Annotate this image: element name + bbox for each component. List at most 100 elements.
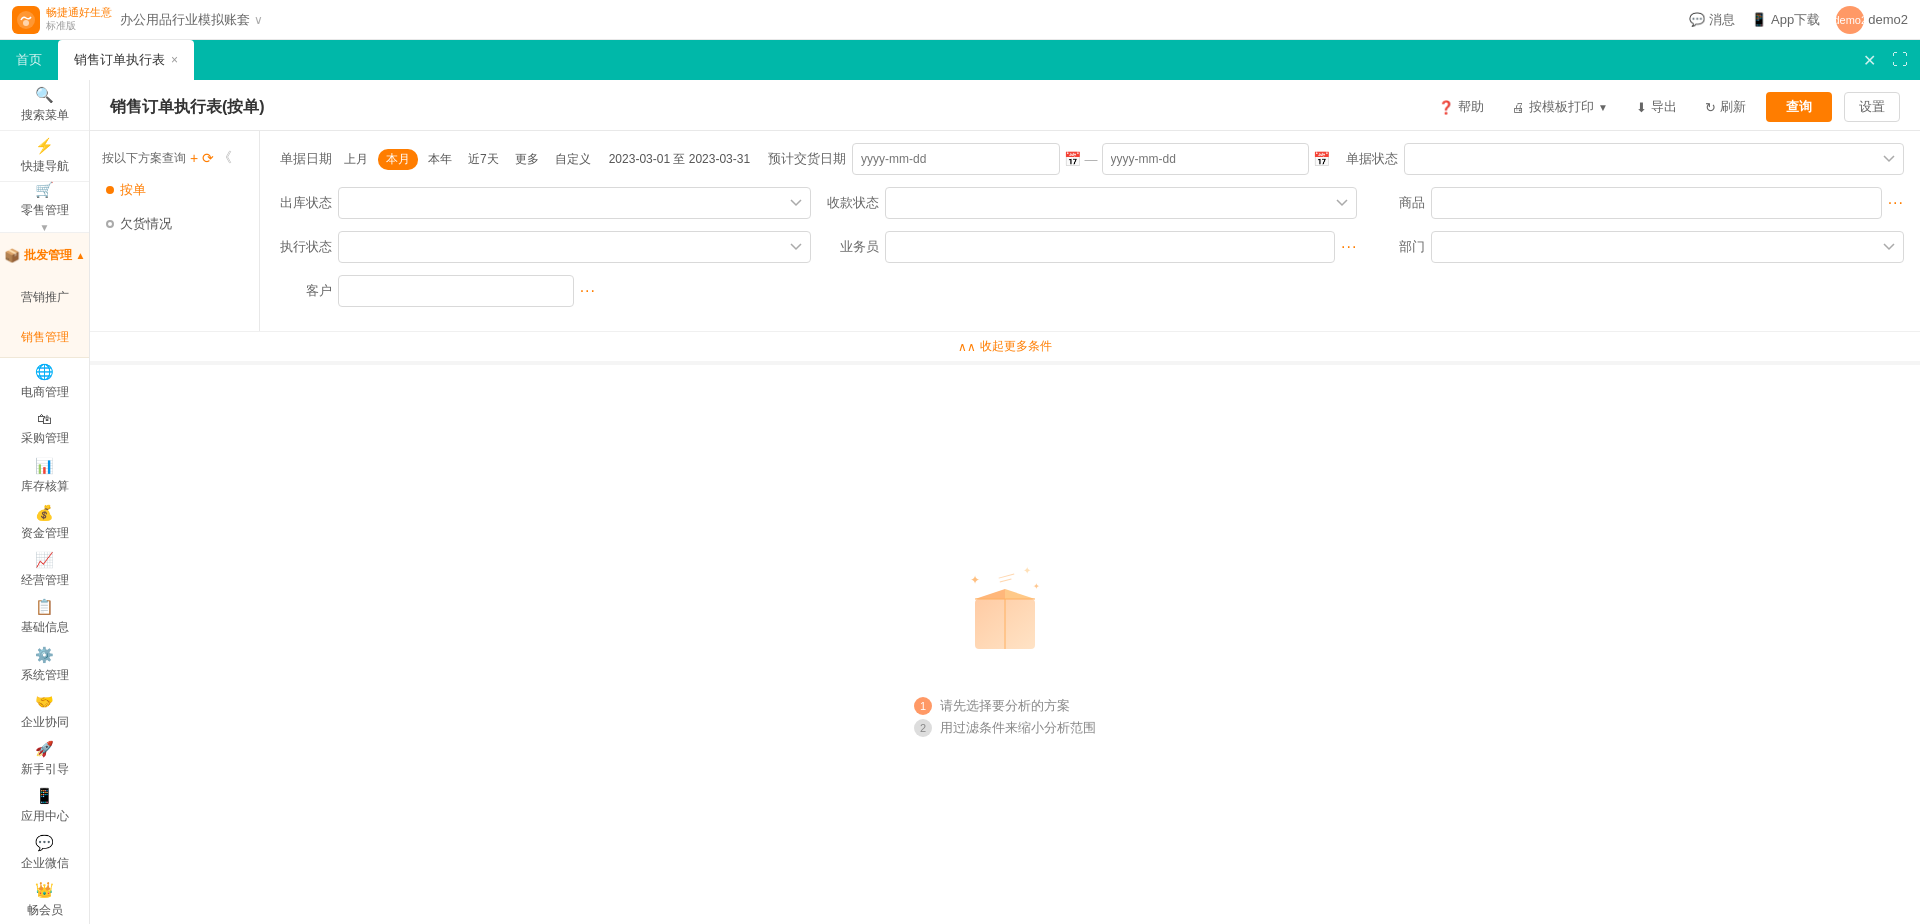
goods-more-icon[interactable]: ···	[1888, 194, 1904, 212]
filter-group-date: 单据日期 上月 本月 本年 近7天 更多 自定义 2023-03-01 至 20…	[276, 149, 756, 170]
sidebar-item-vip[interactable]: 👑 畅会员	[0, 877, 89, 924]
filter-row-3: 执行状态 业务员 ··· 部门	[276, 231, 1904, 263]
expected-date-end-input[interactable]	[1102, 143, 1310, 175]
sidebar-item-ops[interactable]: 📈 经营管理	[0, 547, 89, 594]
date-calendar-end-icon[interactable]: 📅	[1313, 151, 1330, 167]
sidebar-item-purchase[interactable]: 🛍 采购管理	[0, 405, 89, 452]
sidebar-search-label: 搜索菜单	[21, 107, 69, 124]
scheme-ar-label: 欠货情况	[120, 215, 172, 233]
collapse-more-button[interactable]: ∧∧ 收起更多条件	[90, 331, 1920, 361]
sidebar-item-stock[interactable]: 📊 库存核算	[0, 452, 89, 499]
settings-button[interactable]: 设置	[1844, 92, 1900, 122]
message-button[interactable]: 💬 消息	[1689, 11, 1735, 29]
refresh-scheme-icon[interactable]: ⟳	[202, 150, 214, 166]
wholesale-icon: 📦	[4, 248, 20, 263]
page-actions: ❓ 帮助 🖨 按模板打印 ▼ ⬇ 导出 ↻ 刷新 查询 设置	[1430, 92, 1900, 122]
breadcrumb[interactable]: 办公用品行业模拟账套 ∨	[120, 11, 263, 29]
expected-date-start-input[interactable]	[852, 143, 1060, 175]
sidebar-item-finance[interactable]: 💰 资金管理	[0, 500, 89, 547]
date-calendar-start-icon[interactable]: 📅	[1064, 151, 1081, 167]
dept-select[interactable]	[1431, 231, 1904, 263]
stock-icon: 📊	[35, 457, 54, 475]
hint-num-1: 1	[914, 697, 932, 715]
sidebar-item-wholesale-mgmt[interactable]: 📦 批发管理 ▲	[0, 233, 89, 277]
sidebar-item-ecommerce[interactable]: 🌐 电商管理	[0, 358, 89, 405]
vip-icon: 👑	[35, 881, 54, 899]
date-btn-custom[interactable]: 自定义	[549, 149, 597, 170]
doc-status-select[interactable]	[1404, 143, 1904, 175]
customer-input[interactable]	[338, 275, 574, 307]
filter-fields: 单据日期 上月 本月 本年 近7天 更多 自定义 2023-03-01 至 20…	[260, 131, 1920, 331]
sidebar-item-new-guide[interactable]: 🚀 新手引导	[0, 735, 89, 782]
sidebar-item-retail-mgmt[interactable]: 🛒 零售管理 ▼	[0, 182, 89, 232]
tab-fullscreen-icon[interactable]: ⛶	[1888, 47, 1912, 73]
refresh-icon: ↻	[1705, 100, 1716, 115]
user-avatar-button[interactable]: demo2 demo2	[1836, 6, 1908, 34]
collapse-chevron-icon: ∧∧	[958, 340, 976, 354]
collapse-scheme-icon[interactable]: 《	[218, 149, 232, 167]
filter-row-4: 客户 ···	[276, 275, 1904, 307]
tab-sales-order[interactable]: 销售订单执行表 ×	[58, 40, 194, 80]
tab-sales-order-label: 销售订单执行表	[74, 51, 165, 69]
sidebar-wholesale-group: 📦 批发管理 ▲ 营销推广 销售管理	[0, 233, 89, 358]
empty-state: ✦ ✦ ✦ 1 请先选择要分析的方案 2 用过滤条件来缩小分析范围	[90, 365, 1920, 924]
sidebar-item-sales-mgmt[interactable]: 销售管理	[0, 317, 89, 357]
empty-hint-2: 2 用过滤条件来缩小分析范围	[914, 719, 1096, 737]
nav-tabs: 首页 销售订单执行表 × ✕ ⛶	[0, 40, 1920, 80]
sidebar-item-corp-collab[interactable]: 🤝 企业协同	[0, 688, 89, 735]
svg-point-1	[23, 20, 29, 26]
sidebar-quicknav-label: 快捷导航	[21, 158, 69, 175]
scheme-item-ar[interactable]: 欠货情况	[90, 207, 259, 241]
filter-group-goods: 商品 ···	[1369, 187, 1904, 219]
svg-marker-4	[1005, 589, 1035, 599]
sidebar: 🔍 搜索菜单 ⚡ 快捷导航 🛒 零售管理 ▼ 📦 批发管理 ▲	[0, 80, 90, 924]
add-scheme-icon[interactable]: +	[190, 150, 198, 166]
query-button[interactable]: 查询	[1766, 92, 1832, 122]
svg-text:✦: ✦	[970, 573, 980, 587]
date-btn-7days[interactable]: 近7天	[462, 149, 505, 170]
svg-rect-7	[993, 565, 1022, 589]
filter-group-dept: 部门	[1369, 231, 1904, 263]
page-header: 销售订单执行表(按单) ❓ 帮助 🖨 按模板打印 ▼ ⬇ 导出 ↻ 刷新	[90, 80, 1920, 131]
help-button[interactable]: ❓ 帮助	[1430, 94, 1492, 120]
sidebar-item-app-center[interactable]: 📱 应用中心	[0, 783, 89, 830]
export-button[interactable]: ⬇ 导出	[1628, 94, 1685, 120]
top-bar-right: 💬 消息 📱 App下载 demo2 demo2	[1689, 6, 1908, 34]
system-icon: ⚙️	[35, 646, 54, 664]
salesperson-input[interactable]	[885, 231, 1335, 263]
payment-status-select[interactable]	[885, 187, 1358, 219]
date-btn-last-month[interactable]: 上月	[338, 149, 374, 170]
sidebar-item-search[interactable]: 🔍 搜索菜单	[0, 80, 89, 130]
delivery-status-select[interactable]	[338, 187, 811, 219]
doc-status-label: 单据状态	[1342, 150, 1398, 168]
sidebar-item-corp-wechat[interactable]: 💬 企业微信	[0, 830, 89, 877]
delivery-status-label: 出库状态	[276, 194, 332, 212]
print-icon: 🖨	[1512, 100, 1525, 115]
salesperson-label: 业务员	[823, 238, 879, 256]
filter-row-1: 单据日期 上月 本月 本年 近7天 更多 自定义 2023-03-01 至 20…	[276, 143, 1904, 175]
date-btn-more[interactable]: 更多	[509, 149, 545, 170]
sidebar-item-quicknav[interactable]: ⚡ 快捷导航	[0, 131, 89, 181]
tab-home[interactable]: 首页	[0, 40, 58, 80]
date-btn-this-month[interactable]: 本月	[378, 149, 418, 170]
tab-close-icon[interactable]: ×	[171, 53, 178, 67]
logo-area: 畅捷通好生意 标准版	[12, 6, 112, 34]
date-btn-this-year[interactable]: 本年	[422, 149, 458, 170]
basic-icon: 📋	[35, 598, 54, 616]
exec-status-select[interactable]	[338, 231, 811, 263]
collab-icon: 🤝	[35, 693, 54, 711]
sidebar-item-system[interactable]: ⚙️ 系统管理	[0, 641, 89, 688]
goods-input[interactable]	[1431, 187, 1881, 219]
refresh-button[interactable]: ↻ 刷新	[1697, 94, 1754, 120]
template-print-button[interactable]: 🖨 按模板打印 ▼	[1504, 94, 1616, 120]
sidebar-item-marketing[interactable]: 营销推广	[0, 277, 89, 317]
filter-row-2: 出库状态 收款状态 商品 ···	[276, 187, 1904, 219]
tab-close-window-icon[interactable]: ✕	[1859, 47, 1880, 74]
scheme-item-by-order[interactable]: 按单	[90, 173, 259, 207]
top-bar-left: 畅捷通好生意 标准版 办公用品行业模拟账套 ∨	[12, 6, 263, 34]
svg-text:✦: ✦	[1023, 565, 1031, 576]
salesperson-more-icon[interactable]: ···	[1341, 238, 1357, 256]
app-download-button[interactable]: 📱 App下载	[1751, 11, 1820, 29]
sidebar-item-basic[interactable]: 📋 基础信息	[0, 594, 89, 641]
customer-more-icon[interactable]: ···	[580, 282, 596, 300]
